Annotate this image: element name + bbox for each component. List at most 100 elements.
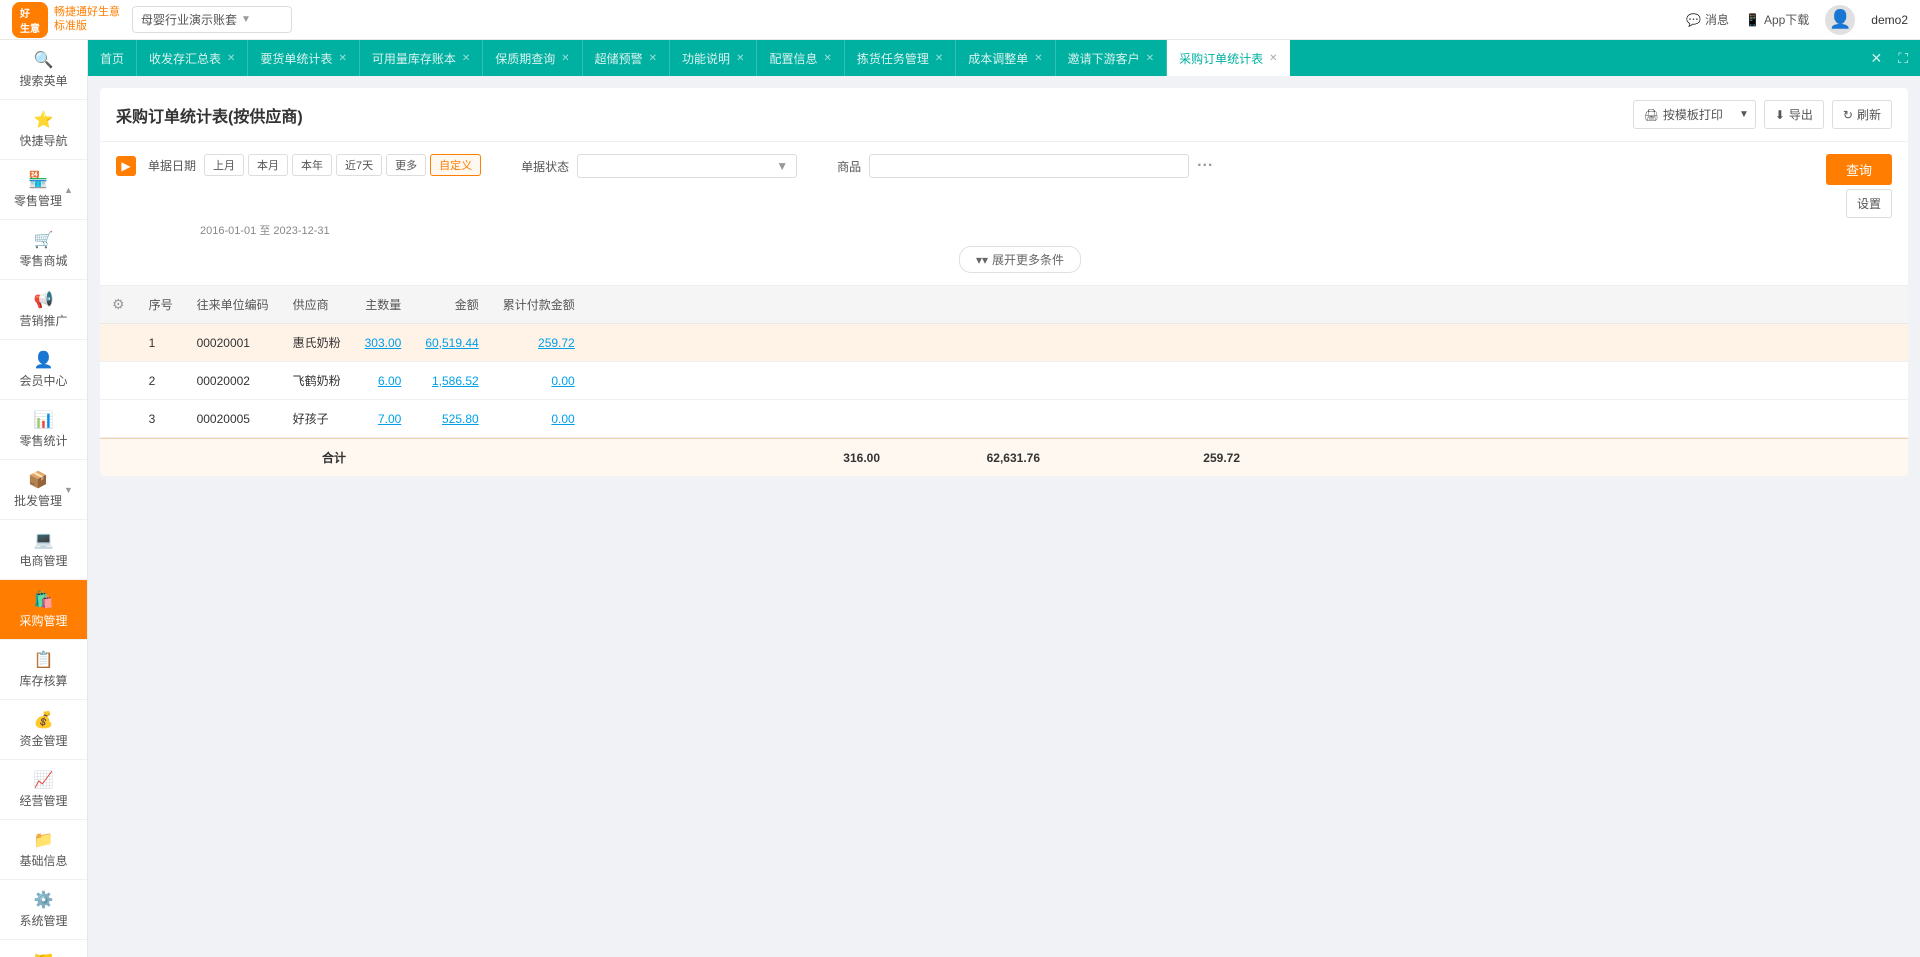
tab-close-all-button[interactable]: ✕: [1866, 48, 1886, 69]
th-seq: 序号: [137, 286, 185, 324]
sidebar-item-retail[interactable]: 🏪 零售管理 ▲: [0, 160, 87, 220]
tab-function-desc[interactable]: 功能说明 ✕: [670, 40, 757, 76]
th-qty: 主数量: [353, 286, 414, 324]
tab-config-info[interactable]: 配置信息 ✕: [757, 40, 844, 76]
tab-expiry-query[interactable]: 保质期查询 ✕: [483, 40, 582, 76]
query-button[interactable]: 查询: [1826, 154, 1892, 185]
ecommerce-icon: 💻: [4, 530, 83, 550]
tab-purchase-stat[interactable]: 采购订单统计表 ✕: [1167, 40, 1290, 76]
date-custom-badge[interactable]: 自定义: [430, 154, 481, 176]
export-button[interactable]: ⬇ 导出: [1764, 100, 1824, 129]
tab-requisition-stat[interactable]: 要货单统计表 ✕: [248, 40, 359, 76]
sidebar-item-ecommerce[interactable]: 💻 电商管理: [0, 520, 87, 580]
sidebar-item-retail-stat[interactable]: 📊 零售统计: [0, 400, 87, 460]
cell-unit-code[interactable]: 00020002: [185, 362, 281, 400]
tab-maximize-button[interactable]: ⛶: [1894, 48, 1912, 69]
cell-unit-code[interactable]: 00020005: [185, 400, 281, 438]
tab-close-icon[interactable]: ✕: [561, 53, 569, 64]
date-btn-7days[interactable]: 近7天: [336, 154, 382, 176]
sidebar-item-basic-info[interactable]: 📁 基础信息: [0, 820, 87, 880]
sidebar-item-retail-mall[interactable]: 🛒 零售商城: [0, 220, 87, 280]
tab-close-icon[interactable]: ✕: [1146, 53, 1154, 64]
sidebar-item-member[interactable]: 👤 会员中心: [0, 340, 87, 400]
sidebar-item-inventory[interactable]: 📋 库存核算: [0, 640, 87, 700]
date-btn-this-year[interactable]: 本年: [292, 154, 332, 176]
tab-overstock-warning[interactable]: 超储预警 ✕: [583, 40, 670, 76]
cell-supplier: 好孩子: [281, 400, 353, 438]
cell-paid: 0.00: [491, 400, 587, 438]
date-btn-this-month[interactable]: 本月: [248, 154, 288, 176]
sidebar-item-operations[interactable]: 📈 经营管理: [0, 760, 87, 820]
finance-icon: 💰: [4, 710, 83, 730]
message-button[interactable]: 💬 消息: [1686, 11, 1729, 28]
tab-close-icon[interactable]: ✕: [649, 53, 657, 64]
retail-expand-icon: ▲: [64, 185, 73, 195]
footer-amount: 62,631.76: [920, 451, 1040, 465]
sidebar-item-finance[interactable]: 💰 资金管理: [0, 700, 87, 760]
sidebar-item-enterprise[interactable]: 🤝 企业协同: [0, 940, 87, 957]
expand-more-button[interactable]: ▾▾ 展开更多条件: [959, 246, 1081, 273]
print-button[interactable]: 🖨 按模板打印: [1633, 100, 1733, 129]
sidebar-item-quick-nav[interactable]: ⭐ 快捷导航: [0, 100, 87, 160]
tab-invite-downstream[interactable]: 邀请下游客户 ✕: [1056, 40, 1167, 76]
tab-close-icon[interactable]: ✕: [935, 53, 943, 64]
tab-cost-adjust[interactable]: 成本调整单 ✕: [956, 40, 1055, 76]
goods-search-field[interactable]: [878, 159, 1180, 173]
th-spacer: [587, 286, 1908, 324]
enterprise-icon: 🤝: [4, 950, 83, 957]
tab-close-icon[interactable]: ✕: [823, 53, 831, 64]
filter-expand-arrow[interactable]: ▶: [116, 156, 136, 176]
date-btn-more[interactable]: 更多: [386, 154, 426, 176]
search-icon: 🔍: [4, 50, 83, 70]
tab-close-icon[interactable]: ✕: [338, 53, 346, 64]
page-card: 采购订单统计表(按供应商) 🖨 按模板打印 ▼ ⬇ 导出: [100, 88, 1908, 476]
expand-more-icon: ▾▾: [976, 253, 988, 267]
expand-more-row: ▾▾ 展开更多条件: [148, 246, 1892, 273]
tab-bar-right: ✕ ⛶: [1866, 48, 1920, 69]
goods-input[interactable]: [869, 154, 1189, 178]
print-dropdown-arrow[interactable]: ▼: [1733, 100, 1756, 129]
app-download-button[interactable]: 📱 App下载: [1745, 11, 1809, 28]
table-header: ⚙ 序号 往来单位编码 供应商 主数量 金额 累计付款金额: [100, 286, 1908, 324]
more-options-icon[interactable]: ···: [1197, 157, 1213, 175]
workspace-selector[interactable]: 母婴行业演示账套 ▼: [132, 6, 292, 33]
marketing-icon: 📢: [4, 290, 83, 310]
tab-home[interactable]: 首页: [88, 40, 137, 76]
date-btn-last-month[interactable]: 上月: [204, 154, 244, 176]
tab-close-icon[interactable]: ✕: [462, 53, 470, 64]
cell-paid: 259.72: [491, 324, 587, 362]
tab-available-inventory[interactable]: 可用量库存账本 ✕: [360, 40, 483, 76]
sidebar-item-system[interactable]: ⚙️ 系统管理: [0, 880, 87, 940]
cell-paid: 0.00: [491, 362, 587, 400]
tab-close-icon[interactable]: ✕: [736, 53, 744, 64]
retail-stat-icon: 📊: [4, 410, 83, 430]
settings-button[interactable]: 设置: [1846, 189, 1892, 218]
page-header-actions: 🖨 按模板打印 ▼ ⬇ 导出 ↻ 刷新: [1633, 100, 1892, 129]
tab-receive-summary[interactable]: 收发存汇总表 ✕: [137, 40, 248, 76]
sidebar-item-wholesale[interactable]: 📦 批发管理 ▼: [0, 460, 87, 520]
sidebar-item-purchase[interactable]: 🛍️ 采购管理: [0, 580, 87, 640]
status-select[interactable]: ▼: [577, 154, 797, 178]
tab-close-icon[interactable]: ✕: [1034, 53, 1042, 64]
page-title: 采购订单统计表(按供应商): [116, 103, 303, 127]
filter-area: ▶ 单据日期 上月 本月 本年: [100, 142, 1908, 286]
sidebar-item-marketing[interactable]: 📢 营销推广: [0, 280, 87, 340]
tab-close-icon[interactable]: ✕: [227, 53, 235, 64]
username-label[interactable]: demo2: [1871, 13, 1908, 27]
cell-unit-code[interactable]: 00020001: [185, 324, 281, 362]
cell-supplier: 飞鹤奶粉: [281, 362, 353, 400]
footer-label: 合计: [322, 449, 452, 466]
cell-qty: 7.00: [353, 400, 414, 438]
retail-icon: 🏪: [14, 170, 62, 190]
tab-close-icon[interactable]: ✕: [1269, 53, 1277, 64]
th-amount: 金额: [413, 286, 490, 324]
sidebar-item-search[interactable]: 🔍 搜索英单: [0, 40, 87, 100]
cell-qty: 6.00: [353, 362, 414, 400]
basic-info-icon: 📁: [4, 830, 83, 850]
table-settings-icon[interactable]: ⚙: [112, 296, 125, 312]
member-icon: 👤: [4, 350, 83, 370]
refresh-button[interactable]: ↻ 刷新: [1832, 100, 1892, 129]
cell-settings: [100, 324, 137, 362]
cell-spacer: [587, 324, 1908, 362]
tab-hold-task[interactable]: 拣货任务管理 ✕: [845, 40, 956, 76]
